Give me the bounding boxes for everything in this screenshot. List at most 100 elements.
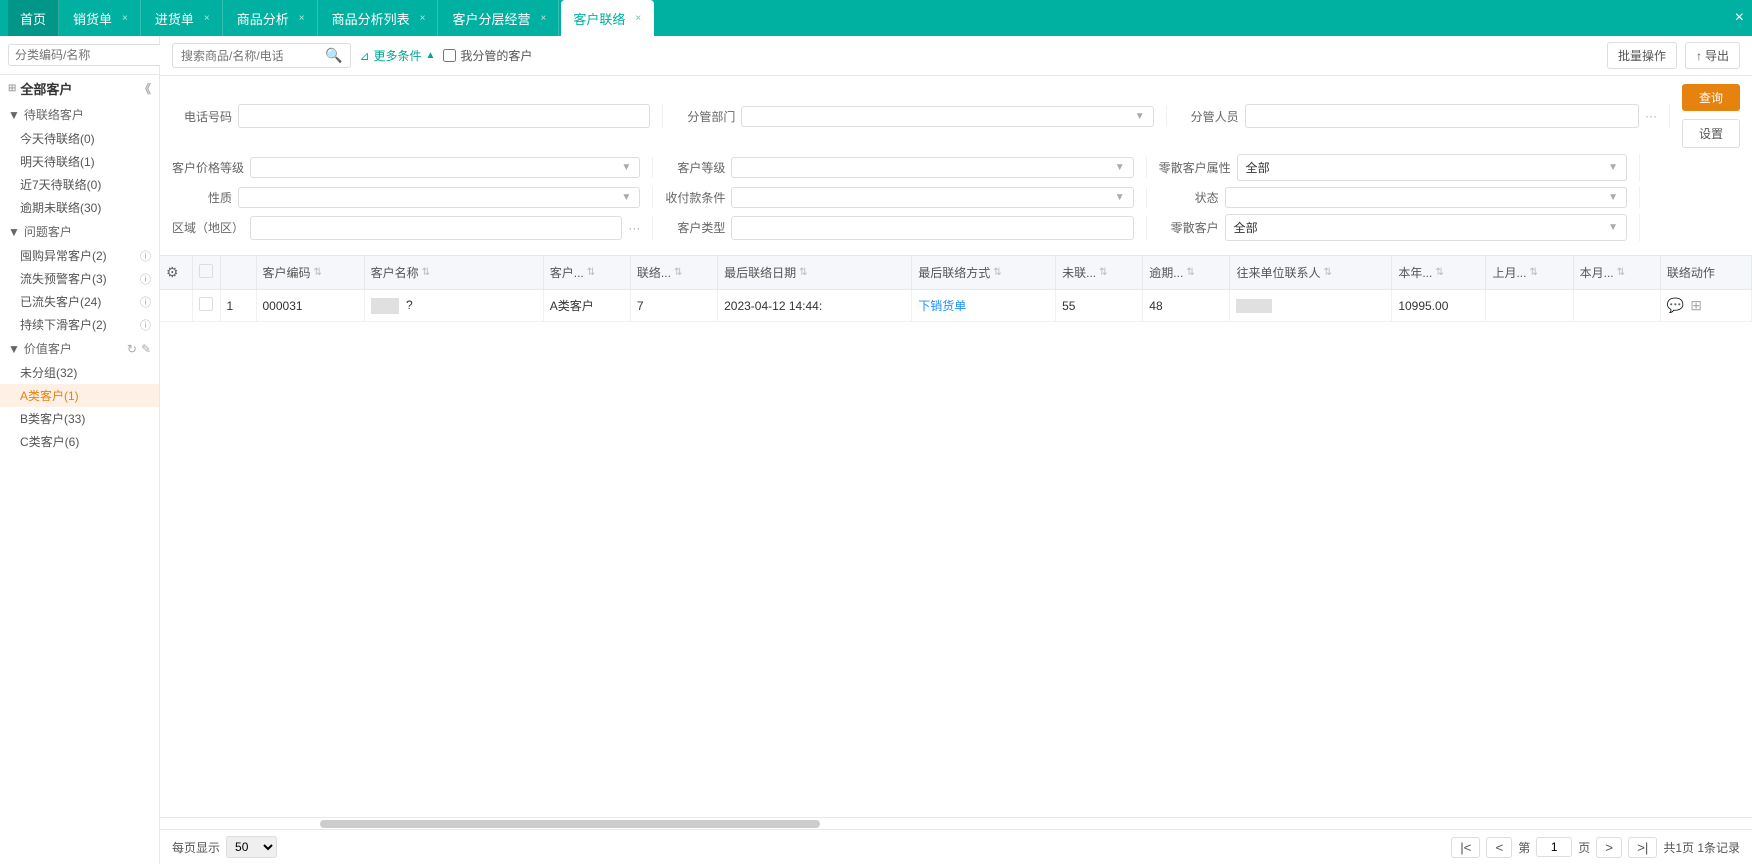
sidebar-collapse-button[interactable]: 《 [139,80,151,97]
nav-tab-customer-contact-close[interactable]: × [635,13,641,24]
main-search-input[interactable] [181,49,321,63]
nav-tab-customer-segment[interactable]: 客户分层经营 × [440,0,559,36]
sort-last-contact-method[interactable]: 最后联络方式 ⇅ [918,264,1049,281]
sidebar-item-c-class[interactable]: C类客户(6) [0,430,159,453]
export-button[interactable]: ↑ 导出 [1685,42,1740,69]
filter-manager-dots[interactable]: ··· [1645,109,1657,123]
sidebar-group-value[interactable]: ▼ 价值客户 ↻ ✎ [0,336,159,361]
nav-tab-product-list[interactable]: 商品分析列表 × [320,0,439,36]
sort-contact-info[interactable]: 联络... ⇅ [637,264,711,281]
sort-no-contact[interactable]: 未联... ⇅ [1062,264,1136,281]
td-action: 💬 ⊞ [1660,290,1751,322]
nav-tab-customer-segment-close[interactable]: × [540,13,546,24]
filter-price-level-select[interactable]: ▼ [250,157,640,178]
sort-customer-code[interactable]: 客户编码 ⇅ [263,264,358,281]
sort-icon-name: ⇅ [422,267,430,278]
filter-region-dots[interactable]: ··· [628,221,640,235]
filter-customer-level-select[interactable]: ▼ [731,157,1133,178]
sort-icon-this-year: ⇅ [1435,267,1443,278]
bottom-bar: 每页显示 50 10 20 100 |< < 第 页 > >| 共1页 1条记录 [160,829,1752,864]
sort-customer-name[interactable]: 客户名称 ⇅ [371,264,537,281]
sidebar-item-tomorrow-pending[interactable]: 明天待联络(1) [0,150,159,173]
sort-this-year[interactable]: 本年... ⇅ [1398,264,1479,281]
filter-region-input[interactable] [250,216,622,240]
nav-tab-home[interactable]: 首页 [8,0,59,36]
table-select-all-checkbox[interactable] [199,264,213,278]
sidebar-group-problem[interactable]: ▼ 问题客户 [0,219,159,244]
sidebar-item-declining[interactable]: 持续下滑客户(2) ⓘ [0,313,159,336]
chat-icon[interactable]: 💬 [1667,297,1684,314]
my-customers-label: 我分管的客户 [460,47,532,64]
filter-dept-select[interactable]: ▼ [741,106,1153,127]
nav-tab-customer-contact[interactable]: 客户联络 × [561,0,654,36]
sort-unit-contact[interactable]: 往来单位联系人 ⇅ [1236,264,1385,281]
filter-retail-customer-value: 全部 [1234,219,1258,236]
main-search-icon[interactable]: 🔍 [325,47,342,64]
batch-operation-button[interactable]: 批量操作 [1607,42,1677,69]
page-number-input[interactable] [1536,837,1572,857]
sort-customer-type[interactable]: 客户... ⇅ [550,264,624,281]
filter-nature-select[interactable]: ▼ [238,187,640,208]
sidebar-item-overdue-contact[interactable]: 逾期未联络(30) [0,196,159,219]
th-no-contact-label: 未联... [1062,264,1096,281]
sidebar-item-b-class[interactable]: B类客户(33) [0,407,159,430]
sort-icon-overdue: ⇅ [1186,267,1194,278]
first-page-button[interactable]: |< [1451,837,1480,858]
sort-this-month[interactable]: 本月... ⇅ [1580,264,1654,281]
sort-last-month[interactable]: 上月... ⇅ [1492,264,1566,281]
more-filters-button[interactable]: ⊿ 更多条件 ▲ [359,47,435,64]
sidebar-value-edit-icon[interactable]: ✎ [141,342,151,356]
sidebar-item-today-pending[interactable]: 今天待联络(0) [0,127,159,150]
table-row: 1 000031 ? A类客户 7 [160,290,1752,322]
filter-retail-customer-select[interactable]: 全部 ▼ [1225,214,1627,241]
row-checkbox[interactable] [199,297,213,311]
table-settings-icon[interactable]: ⚙ [166,264,179,280]
horizontal-scrollbar[interactable] [160,817,1752,829]
sidebar-value-refresh-icon[interactable]: ↻ [127,342,137,356]
row-index: 1 [227,299,234,313]
filter-customer-type-input[interactable] [731,216,1133,240]
nav-tab-sales[interactable]: 销货单 × [61,0,141,36]
nav-tab-purchase[interactable]: 进货单 × [143,0,223,36]
last-page-button[interactable]: >| [1628,837,1657,858]
th-last-month: 上月... ⇅ [1486,256,1573,290]
settings-button[interactable]: 设置 [1682,119,1740,148]
sidebar-item-hoarding-abnormal[interactable]: 囤购异常客户(2) ⓘ [0,244,159,267]
next-page-button[interactable]: > [1596,837,1622,858]
nav-tab-product-analysis[interactable]: 商品分析 × [225,0,318,36]
sort-overdue[interactable]: 逾期... ⇅ [1149,264,1223,281]
sidebar-item-week-pending[interactable]: 近7天待联络(0) [0,173,159,196]
grid-icon[interactable]: ⊞ [1690,297,1702,314]
close-all-tabs-button[interactable]: × [1735,9,1744,27]
sidebar-item-ungrouped[interactable]: 未分组(32) [0,361,159,384]
filter-bar: 🔍 ⊿ 更多条件 ▲ 我分管的客户 批量操作 ↑ 导出 [160,36,1752,76]
page-size-select[interactable]: 50 10 20 100 [226,836,277,858]
filter-payment-select[interactable]: ▼ [731,187,1133,208]
scrollbar-thumb[interactable] [320,820,820,828]
info-icon-churn-warning: ⓘ [140,271,151,287]
sort-last-contact-date[interactable]: 最后联络日期 ⇅ [724,264,905,281]
sidebar-item-churn-warning[interactable]: 流失预警客户(3) ⓘ [0,267,159,290]
filter-retail-attr-select[interactable]: 全部 ▼ [1237,154,1627,181]
sidebar-group-pending[interactable]: ▼ 待联络客户 [0,102,159,127]
nav-tab-purchase-close[interactable]: × [204,13,210,24]
query-button[interactable]: 查询 [1682,84,1740,111]
nav-tab-sales-close[interactable]: × [122,13,128,24]
last-contact-method-link[interactable]: 下销货单 [918,299,966,313]
filter-retail-attr-label: 零散客户属性 [1159,159,1231,176]
sort-icon-last-month: ⇅ [1529,267,1537,278]
prev-page-button[interactable]: < [1486,837,1512,858]
filter-phone-input[interactable] [238,104,650,128]
sidebar-search-input[interactable] [8,44,177,66]
nav-tab-product-list-close[interactable]: × [420,13,426,24]
filter-status-select[interactable]: ▼ [1225,187,1627,208]
sort-icon-date: ⇅ [799,267,807,278]
filter-price-level-label: 客户价格等级 [172,159,244,176]
filter-manager-input[interactable] [1245,104,1639,128]
my-customers-checkbox[interactable] [443,49,456,62]
th-customer-name: 客户名称 ⇅ [364,256,543,290]
nav-tab-product-analysis-close[interactable]: × [299,13,305,24]
sidebar-item-a-class[interactable]: A类客户(1) [0,384,159,407]
unit-contact-avatar [1236,299,1272,313]
sidebar-item-churned[interactable]: 已流失客户(24) ⓘ [0,290,159,313]
